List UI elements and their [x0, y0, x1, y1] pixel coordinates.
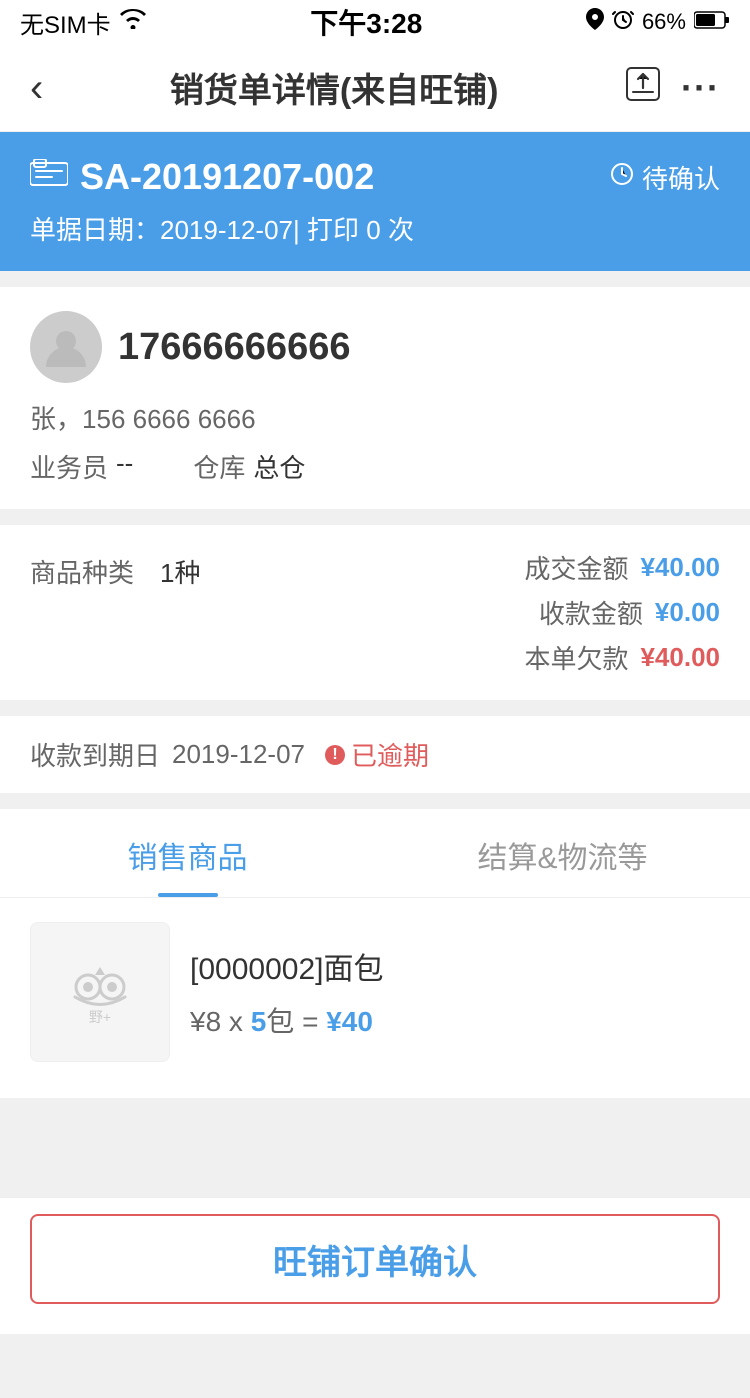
bottom-bar: 旺铺订单确认: [0, 1197, 750, 1334]
overdue-badge: ! 已逾期: [325, 736, 429, 773]
nav-actions: ···: [625, 66, 720, 109]
product-price: ¥8 x 5包 = ¥40: [190, 1000, 720, 1040]
avatar: [30, 311, 102, 383]
customer-meta: 业务员 -- 仓库 总仓: [30, 448, 720, 485]
due-date-card: 收款到期日 2019-12-07 ! 已逾期: [0, 716, 750, 793]
export-icon[interactable]: [625, 66, 661, 109]
product-info: [0000002]面包 ¥8 x 5包 = ¥40: [190, 944, 720, 1040]
nav-bar: ‹ 销货单详情(来自旺铺) ···: [0, 44, 750, 132]
location-icon: [586, 8, 604, 36]
received-amount-label: 收款金额: [539, 594, 643, 631]
product-quantity: 5: [251, 1006, 267, 1037]
overdue-icon: !: [325, 745, 345, 765]
deal-amount-value: ¥40.00: [640, 552, 720, 583]
svg-text:野+: 野+: [89, 1009, 111, 1025]
status-left: 无SIM卡: [20, 5, 147, 40]
due-amount-value: ¥40.00: [640, 642, 720, 673]
order-status: 待确认: [610, 159, 720, 196]
product-thumbnail: 野+: [30, 922, 170, 1062]
status-bar: 无SIM卡 下午3:28 66%: [0, 0, 750, 44]
order-id: SA-20191207-002: [30, 156, 374, 198]
battery-icon: [694, 9, 730, 35]
tab-settlement[interactable]: 结算&物流等: [375, 809, 750, 897]
customer-info: 张，156 6666 6666: [30, 399, 720, 436]
order-date-row: 单据日期：2019-12-07| 打印 0 次: [30, 210, 720, 247]
clock-icon: [610, 162, 634, 193]
tab-products[interactable]: 销售商品: [0, 809, 375, 897]
summary-card: 商品种类 1种 成交金额 ¥40.00 收款金额 ¥0.00 本单欠款 ¥40.…: [0, 525, 750, 700]
due-amount-label: 本单欠款: [524, 639, 628, 676]
customer-phone: 17666666666: [118, 326, 350, 369]
tabs-bar: 销售商品 结算&物流等: [0, 809, 750, 898]
more-icon[interactable]: ···: [681, 67, 720, 109]
order-icon: [30, 156, 68, 198]
warehouse-value: 总仓: [253, 448, 305, 485]
carrier-label: 无SIM卡: [20, 5, 111, 40]
salesperson-label: 业务员: [30, 448, 108, 485]
alarm-icon: [612, 8, 634, 36]
status-time: 下午3:28: [310, 2, 422, 42]
due-date-value: 2019-12-07: [172, 739, 305, 770]
received-amount-value: ¥0.00: [655, 597, 720, 628]
customer-card: 17666666666 张，156 6666 6666 业务员 -- 仓库 总仓: [0, 287, 750, 509]
page-title: 销货单详情(来自旺铺): [43, 63, 625, 112]
goods-type-section: 商品种类 1种: [30, 549, 201, 590]
warehouse-label: 仓库: [193, 448, 245, 485]
product-total: ¥40: [326, 1006, 373, 1037]
salesperson-value: --: [116, 448, 133, 485]
back-button[interactable]: ‹: [30, 68, 43, 108]
overdue-text: 已逾期: [351, 736, 429, 773]
due-date-label: 收款到期日: [30, 736, 160, 773]
wifi-icon: [119, 8, 147, 36]
confirm-order-button[interactable]: 旺铺订单确认: [30, 1214, 720, 1304]
order-header: SA-20191207-002 待确认 单据日期：2019-12-07| 打印 …: [0, 132, 750, 271]
deal-amount-label: 成交金额: [524, 549, 628, 586]
product-name: [0000002]面包: [190, 944, 720, 988]
battery-percentage: 66%: [642, 9, 686, 35]
product-section: 野+ [0000002]面包 ¥8 x 5包 = ¥40: [0, 898, 750, 1098]
status-right: 66%: [586, 8, 730, 36]
product-item: 野+ [0000002]面包 ¥8 x 5包 = ¥40: [0, 898, 750, 1086]
amount-section: 成交金额 ¥40.00 收款金额 ¥0.00 本单欠款 ¥40.00: [524, 549, 720, 676]
